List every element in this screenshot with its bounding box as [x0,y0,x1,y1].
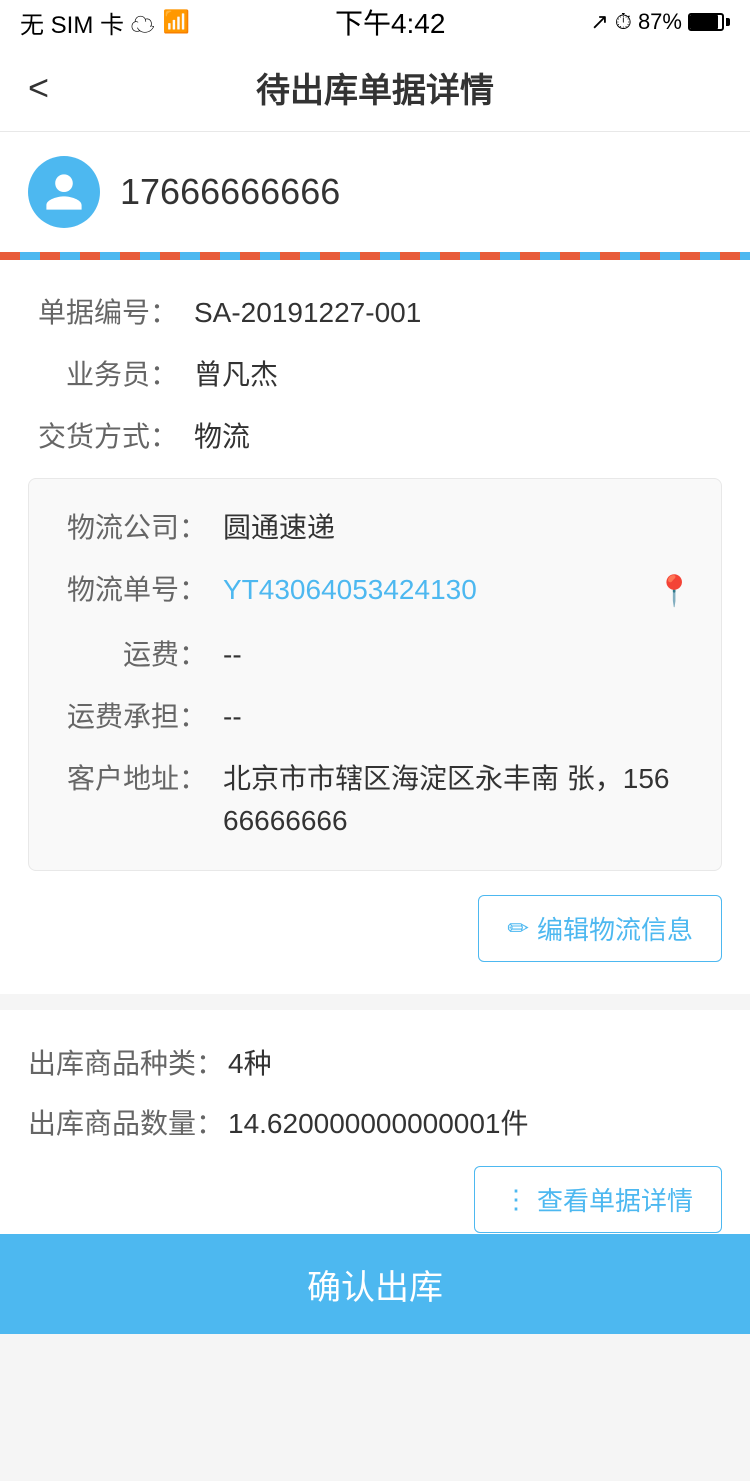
delivery-value: 物流 [194,416,722,458]
edit-icon: ✏ [507,913,529,944]
battery-icon [688,13,730,31]
sim-text: 无 SIM 卡 ☁ [20,5,155,40]
address-row: 客户地址： 北京市市辖区海淀区永丰南 张，156 66666666 [57,758,693,842]
address-value: 北京市市辖区海淀区永丰南 张，156 66666666 [223,758,693,842]
logistics-card: 物流公司： 圆通速递 物流单号： YT43064053424130 📍 运费： … [28,478,722,871]
page-title: 待出库单据详情 [256,63,494,112]
view-details-button[interactable]: ⋮ 查看单据详情 [474,1166,722,1233]
status-time: 下午4:42 [335,2,446,42]
customer-phone: 17666666666 [120,171,340,213]
person-icon [42,170,86,214]
delivery-row: 交货方式： 物流 [28,416,722,458]
salesperson-row: 业务员： 曾凡杰 [28,354,722,396]
freight-value: -- [223,634,693,676]
doc-number-value: SA-20191227-001 [194,292,722,334]
quantity-row: 出库商品数量： 14.620000000000001件 [28,1102,722,1142]
view-btn-label: 查看单据详情 [537,1181,693,1218]
quantity-value: 14.620000000000001件 [228,1102,529,1142]
nav-bar: < 待出库单据详情 [0,44,750,132]
basic-info-section: 单据编号： SA-20191227-001 业务员： 曾凡杰 交货方式： 物流 … [0,260,750,994]
freight-row: 运费： -- [57,634,693,676]
category-label: 出库商品种类： [28,1042,228,1082]
edit-logistics-button[interactable]: ✏ 编辑物流信息 [478,895,722,962]
dashed-divider [0,252,750,260]
status-right: ↗ ⏱ 87% [590,9,730,35]
quantity-label: 出库商品数量： [28,1102,228,1142]
category-row: 出库商品种类： 4种 [28,1042,722,1082]
confirm-button-label: 确认出库 [307,1260,443,1309]
freight-bearer-row: 运费承担： -- [57,696,693,738]
freight-bearer-value: -- [223,696,693,738]
location-icon: ↗ [590,9,608,35]
category-value: 4种 [228,1042,272,1082]
delivery-label: 交货方式： [28,416,178,458]
back-button[interactable]: < [28,67,49,109]
freight-bearer-label: 运费承担： [57,696,207,738]
edit-btn-row: ✏ 编辑物流信息 [28,895,722,962]
salesperson-value: 曾凡杰 [194,354,722,396]
avatar [28,156,100,228]
status-bar: 无 SIM 卡 ☁ 📶 下午4:42 ↗ ⏱ 87% [0,0,750,44]
confirm-bar[interactable]: 确认出库 [0,1234,750,1334]
alarm-icon: ⏱ [615,9,632,35]
tracking-value: YT43064053424130 [223,569,644,611]
logistics-company-row: 物流公司： 圆通速递 [57,507,693,549]
tracking-row: 物流单号： YT43064053424130 📍 [57,569,693,614]
tracking-label: 物流单号： [57,569,207,611]
doc-number-label: 单据编号： [28,292,178,334]
logistics-company-value: 圆通速递 [223,507,693,549]
view-btn-row: ⋮ 查看单据详情 [28,1166,722,1233]
doc-number-row: 单据编号： SA-20191227-001 [28,292,722,334]
location-pin-icon[interactable]: 📍 [656,569,693,614]
list-icon: ⋮ [503,1184,529,1215]
outbound-section: 出库商品种类： 4种 出库商品数量： 14.620000000000001件 ⋮… [0,1010,750,1265]
logistics-company-label: 物流公司： [57,507,207,549]
freight-label: 运费： [57,634,207,676]
edit-btn-label: 编辑物流信息 [537,910,693,947]
battery-percent: 87% [638,9,682,35]
status-left: 无 SIM 卡 ☁ 📶 [20,5,190,40]
salesperson-label: 业务员： [28,354,178,396]
customer-header: 17666666666 [0,132,750,252]
address-label: 客户地址： [57,758,207,800]
wifi-icon: 📶 [163,9,190,35]
